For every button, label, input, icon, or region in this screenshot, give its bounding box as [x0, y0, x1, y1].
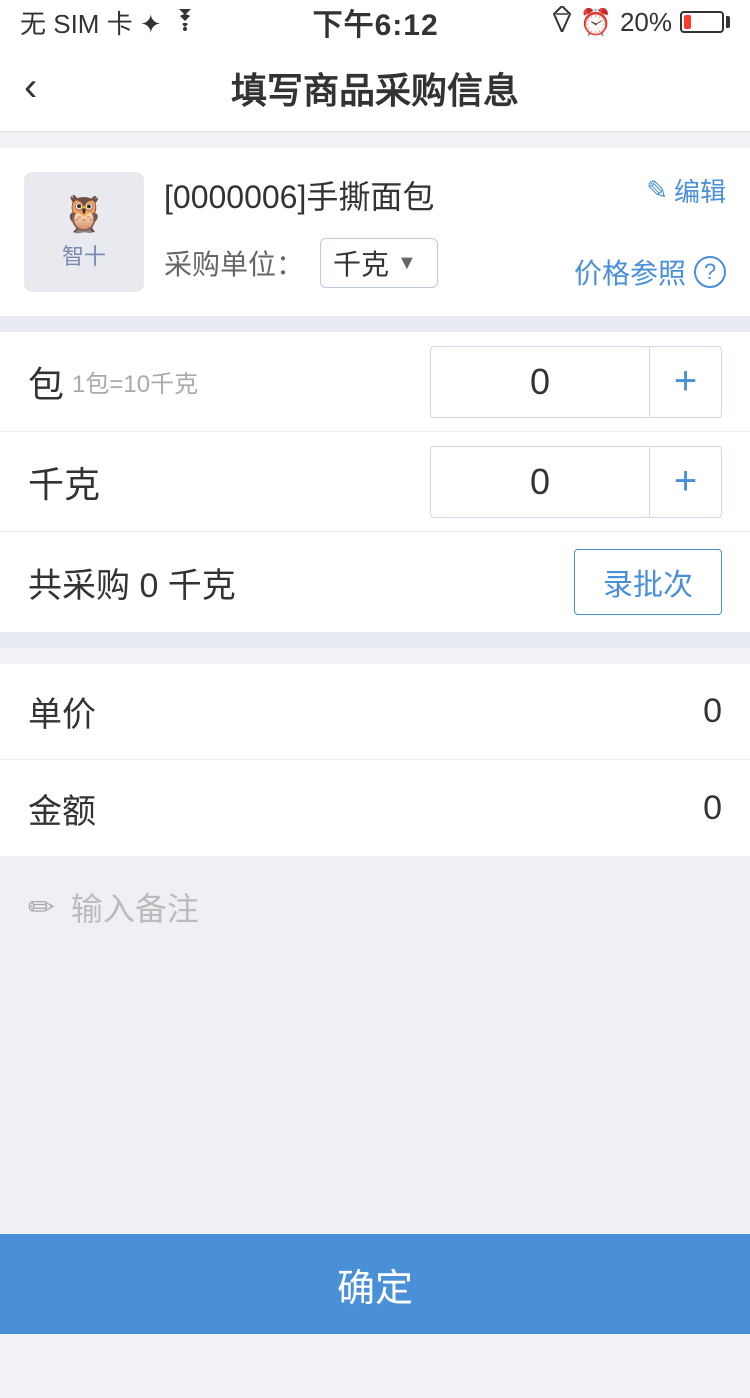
remark-icon: ✏	[28, 888, 55, 926]
quantity-row-kg: 千克 +	[0, 432, 750, 532]
edit-icon: ✎	[646, 175, 668, 206]
unit-value: 千克	[333, 243, 389, 283]
status-right: ⏰ 20%	[552, 6, 730, 39]
amount-value: 0	[703, 789, 722, 828]
edit-label: 编辑	[674, 172, 726, 209]
remark-section[interactable]: ✏ 输入备注	[0, 856, 750, 958]
price-reference-button[interactable]: 价格参照 ?	[574, 252, 726, 292]
price-section: 单价 0 金额 0	[0, 664, 750, 856]
battery-percent: 20%	[620, 7, 672, 38]
location-icon	[552, 6, 572, 39]
product-thumbnail-icon: 🦉	[62, 193, 107, 235]
edit-button[interactable]: ✎ 编辑	[646, 172, 726, 209]
signal-text: 无 SIM 卡 ✦	[20, 4, 162, 41]
quantity-input-group-bao: +	[430, 346, 722, 418]
quantity-plus-bao[interactable]: +	[650, 346, 722, 418]
quantity-label-bao: 包	[28, 356, 64, 408]
confirm-button[interactable]: 确定	[0, 1234, 750, 1334]
price-ref-icon: ?	[694, 256, 726, 288]
back-button[interactable]: ‹	[24, 65, 37, 110]
quantity-input-kg[interactable]	[430, 446, 650, 518]
status-time: 下午6:12	[313, 0, 439, 44]
quantity-sublabel-bao: 1包=10千克	[72, 364, 198, 399]
product-card: 🦉 智十 [0000006]手撕面包 采购单位： 千克 ▼ ✎ 编辑 价格参照 …	[0, 148, 750, 316]
amount-label: 金额	[28, 784, 96, 833]
quantity-plus-kg[interactable]: +	[650, 446, 722, 518]
quantity-input-group-kg: +	[430, 446, 722, 518]
quantity-input-bao[interactable]	[430, 346, 650, 418]
status-left: 无 SIM 卡 ✦	[20, 4, 200, 41]
total-label: 共采购 0 千克	[28, 558, 236, 607]
batch-button[interactable]: 录批次	[574, 549, 722, 615]
price-ref-label: 价格参照	[574, 252, 686, 292]
product-thumbnail-text: 智十	[62, 239, 106, 271]
unit-select-arrow: ▼	[397, 252, 417, 275]
wifi-icon	[170, 7, 200, 38]
quantity-row-bao: 包 1包=10千克 +	[0, 332, 750, 432]
page-title: 填写商品采购信息	[231, 62, 519, 114]
nav-bar: ‹ 填写商品采购信息	[0, 44, 750, 132]
unit-price-row: 单价 0	[0, 664, 750, 760]
quantity-section: 包 1包=10千克 + 千克 +	[0, 332, 750, 532]
alarm-icon: ⏰	[580, 7, 612, 38]
unit-label: 采购单位：	[164, 243, 304, 283]
amount-row: 金额 0	[0, 760, 750, 856]
total-row: 共采购 0 千克 录批次	[0, 532, 750, 632]
unit-price-value: 0	[703, 692, 722, 731]
section-divider-2	[0, 632, 750, 648]
unit-price-label: 单价	[28, 687, 96, 736]
unit-select[interactable]: 千克 ▼	[320, 238, 438, 288]
status-bar: 无 SIM 卡 ✦ 下午6:12 ⏰ 20%	[0, 0, 750, 44]
product-name: [0000006]手撕面包	[164, 172, 726, 218]
section-divider-1	[0, 316, 750, 332]
quantity-label-kg: 千克	[28, 456, 100, 508]
remark-placeholder: 输入备注	[71, 884, 199, 930]
product-image: 🦉 智十	[24, 172, 144, 292]
battery-icon	[680, 11, 730, 33]
